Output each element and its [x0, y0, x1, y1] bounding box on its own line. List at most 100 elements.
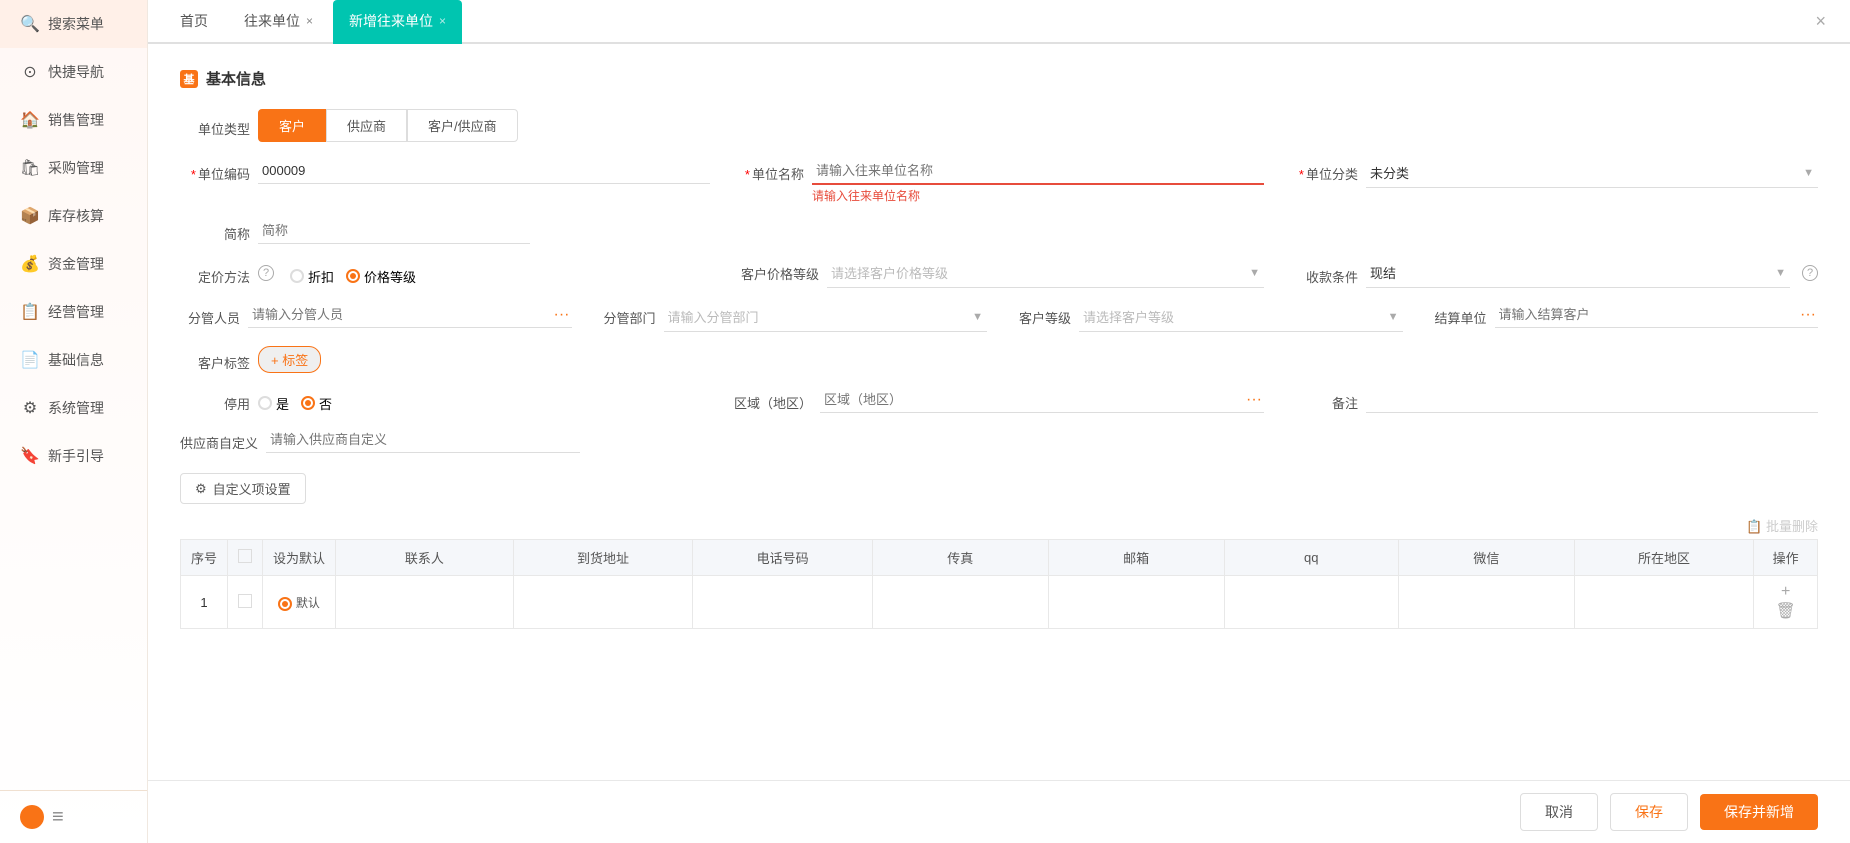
sidebar-item-quick-nav[interactable]: ⊙ 快捷导航: [0, 48, 147, 96]
disabled-yes-radio[interactable]: [258, 396, 272, 410]
department-row: 分管部门 请输入分管部门 ▼: [596, 302, 988, 332]
qq-input[interactable]: [1235, 595, 1388, 610]
region-more[interactable]: ···: [1244, 391, 1264, 409]
customer-level-select[interactable]: 请选择客户等级 ▼: [1079, 302, 1403, 332]
customer-price-level-select[interactable]: 请选择客户价格等级 ▼: [827, 258, 1264, 288]
custom-settings-button[interactable]: ⚙ 自定义项设置: [180, 473, 306, 504]
payment-terms-help[interactable]: ?: [1802, 265, 1818, 281]
unit-type-customer[interactable]: 客户: [258, 109, 326, 142]
pricing-method-row: 定价方法 ? 折扣 价格等级: [180, 261, 710, 286]
level-radio[interactable]: [346, 269, 360, 283]
pricing-level[interactable]: 价格等级: [346, 267, 416, 286]
tab-partner-close[interactable]: ×: [306, 14, 313, 28]
unit-type-row: 单位类型 客户 供应商 客户/供应商: [180, 109, 1818, 142]
cell-index: 1: [181, 576, 228, 629]
tab-home[interactable]: 首页: [164, 0, 224, 44]
unit-name-input[interactable]: [812, 158, 1264, 185]
cell-wechat[interactable]: [1398, 576, 1574, 629]
pricing-method-help[interactable]: ?: [258, 265, 274, 281]
sidebar-item-purchase[interactable]: 🛍 采购管理: [0, 144, 147, 192]
disabled-yes[interactable]: 是: [258, 394, 289, 413]
settings-gear-icon: ⚙: [195, 481, 207, 497]
save-new-button[interactable]: 保存并新增: [1700, 794, 1818, 830]
contacts-table: 序号 设为默认 联系人 到货地址 电话号码 传真 邮箱 qq 微信 所在地区 操…: [180, 539, 1818, 629]
payment-terms-select[interactable]: 现结 ▼: [1366, 258, 1790, 288]
section-icon: 基: [180, 70, 198, 88]
add-row-button[interactable]: +: [1778, 583, 1793, 600]
disabled-row: 停用 是 否: [180, 388, 710, 413]
select-all-checkbox[interactable]: [238, 549, 252, 563]
pricing-method-options: 折扣 价格等级: [290, 261, 416, 286]
sidebar-item-basic-info[interactable]: 📄 基础信息: [0, 336, 147, 384]
manager-more[interactable]: ···: [552, 306, 572, 324]
row-checkbox[interactable]: [238, 594, 252, 608]
sidebar-item-sales[interactable]: 🏠 销售管理: [0, 96, 147, 144]
email-input[interactable]: [1059, 595, 1214, 610]
delete-row-button[interactable]: 🗑: [1773, 603, 1799, 620]
cell-email[interactable]: [1048, 576, 1224, 629]
batch-delete-area: 📋 批量删除: [180, 516, 1818, 535]
col-wechat: 微信: [1398, 540, 1574, 576]
region-input[interactable]: [820, 387, 1240, 412]
discount-radio[interactable]: [290, 269, 304, 283]
manager-input[interactable]: [248, 302, 548, 327]
settlement-unit-input[interactable]: [1495, 302, 1795, 327]
note-row: 备注: [1288, 387, 1818, 413]
supplier-custom-input[interactable]: [266, 427, 580, 453]
disabled-no[interactable]: 否: [301, 394, 332, 413]
basic-info-icon: 📄: [20, 350, 40, 370]
pricing-discount[interactable]: 折扣: [290, 267, 334, 286]
address-input[interactable]: [524, 595, 683, 610]
cell-address[interactable]: [513, 576, 693, 629]
tab-new-partner[interactable]: 新增往来单位 ×: [333, 0, 462, 44]
unit-code-row: 单位编码: [180, 158, 710, 184]
sales-icon: 🏠: [20, 110, 40, 130]
avatar: [20, 805, 44, 829]
fax-input[interactable]: [883, 595, 1038, 610]
wechat-input[interactable]: [1409, 595, 1564, 610]
cell-phone[interactable]: [693, 576, 873, 629]
tabbar: 首页 往来单位 × 新增往来单位 × ×: [148, 0, 1850, 44]
disabled-no-radio[interactable]: [301, 396, 315, 410]
unit-category-label: 单位分类: [1288, 158, 1358, 183]
content-area: 基 基本信息 单位类型 客户 供应商 客户/供应商 单位编码 单位名称: [148, 44, 1850, 780]
default-radio[interactable]: [278, 597, 292, 611]
cell-region[interactable]: [1574, 576, 1754, 629]
contact-input[interactable]: [346, 595, 503, 610]
note-input[interactable]: [1366, 387, 1818, 413]
cell-fax[interactable]: [872, 576, 1048, 629]
cell-contact[interactable]: [336, 576, 514, 629]
cell-qq[interactable]: [1224, 576, 1398, 629]
sidebar-item-finance[interactable]: 💰 资金管理: [0, 240, 147, 288]
unit-name-label: 单位名称: [734, 158, 804, 183]
customer-price-level-label: 客户价格等级: [734, 258, 819, 283]
close-all-tabs[interactable]: ×: [1807, 11, 1834, 32]
sidebar-item-guide[interactable]: 🔖 新手引导: [0, 432, 147, 480]
unit-category-arrow: ▼: [1803, 167, 1814, 179]
sidebar-item-inventory[interactable]: 📦 库存核算: [0, 192, 147, 240]
unit-type-group: 客户 供应商 客户/供应商: [258, 109, 518, 142]
department-label: 分管部门: [596, 302, 656, 327]
region-table-input[interactable]: [1585, 595, 1744, 610]
sidebar-item-system[interactable]: ⚙ 系统管理: [0, 384, 147, 432]
tab-partner[interactable]: 往来单位 ×: [228, 0, 329, 44]
cancel-button[interactable]: 取消: [1520, 793, 1598, 831]
short-name-input[interactable]: [258, 218, 530, 244]
tab-new-partner-close[interactable]: ×: [439, 14, 446, 28]
unit-code-input[interactable]: [258, 158, 710, 184]
phone-input[interactable]: [703, 595, 862, 610]
add-tag-button[interactable]: + 标签: [258, 346, 321, 373]
payment-terms-arrow: ▼: [1775, 267, 1786, 279]
unit-type-supplier[interactable]: 供应商: [326, 109, 407, 142]
settlement-unit-more[interactable]: ···: [1798, 306, 1818, 324]
save-button[interactable]: 保存: [1610, 793, 1688, 831]
sidebar-item-search[interactable]: 🔍 搜索菜单: [0, 0, 147, 48]
purchase-icon: 🛍: [20, 158, 40, 178]
batch-delete-button[interactable]: 批量删除: [1766, 519, 1818, 534]
unit-category-select[interactable]: 未分类 ▼: [1366, 158, 1818, 188]
sidebar-item-operations[interactable]: 📋 经营管理: [0, 288, 147, 336]
region-row: 区域（地区） ···: [734, 387, 1264, 413]
department-select[interactable]: 请输入分管部门 ▼: [664, 302, 988, 332]
cell-checkbox: [228, 576, 263, 629]
unit-type-both[interactable]: 客户/供应商: [407, 109, 518, 142]
